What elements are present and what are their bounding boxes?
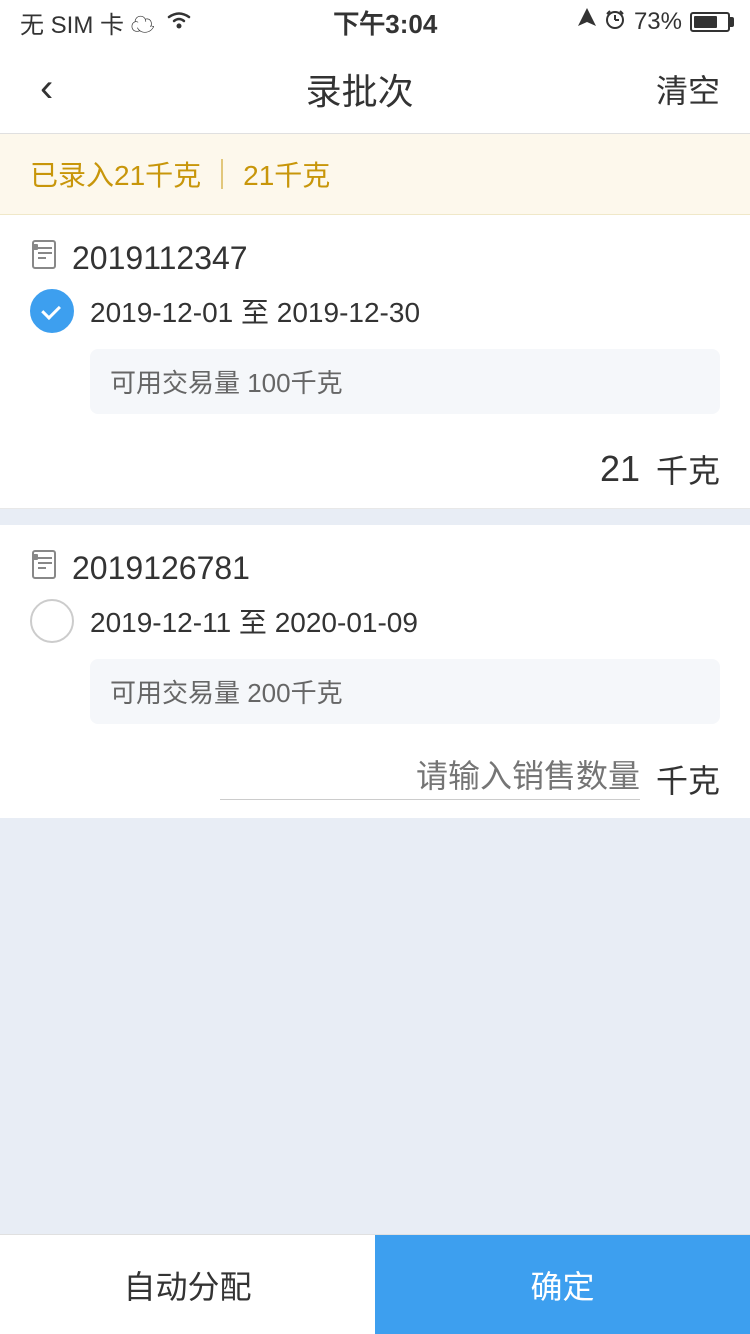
info-banner-value: 21千克 [243,154,330,194]
wifi-icon [165,8,193,37]
batch-qty-unit-1: 千克 [656,446,720,492]
batch-qty-unit-2: 千克 [656,756,720,802]
batch-qty-input-row-2: 千克 [0,740,750,802]
battery-icon [690,12,730,32]
batch-qty-input-2[interactable] [220,758,640,800]
back-button[interactable]: ‹ [30,56,63,121]
batch-date-row-1: 2019-12-01 至 2019-12-30 [30,289,720,333]
batch-qty-value-1: 21 [600,448,640,490]
batch-card-1: 2019112347 2019-12-01 至 2019-12-30 可用交易量… [0,215,750,509]
info-banner-label: 已录入21千克 [30,154,201,194]
bottom-bar: 自动分配 确定 [0,1234,750,1334]
batch-date-1: 2019-12-01 至 2019-12-30 [90,291,420,331]
batch-date-row-2: 2019-12-11 至 2020-01-09 [30,599,720,643]
page-title: 录批次 [306,63,414,115]
batch-2-bottom-pad [0,802,750,818]
batch-date-2: 2019-12-11 至 2020-01-09 [90,601,418,641]
status-right: 73% [578,8,730,37]
alarm-icon [604,8,626,37]
status-bar: 无 SIM 卡 ☁ 下午3:04 73% [0,0,750,44]
nav-bar: ‹ 录批次 清空 [0,44,750,134]
batch-id-1: 2019112347 [72,240,248,277]
batch-available-1: 可用交易量 100千克 [90,349,720,414]
batch-available-2: 可用交易量 200千克 [90,659,720,724]
batch-available-text-2: 可用交易量 200千克 [110,678,343,708]
confirm-button[interactable]: 确定 [375,1235,750,1334]
info-banner: 已录入21千克 21千克 [0,134,750,215]
status-time: 下午3:04 [333,4,437,41]
section-divider [0,509,750,525]
batch-radio-1[interactable] [30,289,74,333]
info-banner-divider [221,159,223,189]
batch-item-2: 2019126781 2019-12-11 至 2020-01-09 可用交易量… [0,525,750,724]
battery-percent: 73% [634,8,682,36]
batch-available-text-1: 可用交易量 100千克 [110,368,343,398]
clear-button[interactable]: 清空 [656,66,720,112]
batch-id-2: 2019126781 [72,550,250,587]
batch-header-1: 2019112347 [30,239,720,277]
batch-header-2: 2019126781 [30,549,720,587]
sim-text: 无 SIM 卡 ☁ [20,5,155,40]
batch-radio-2[interactable] [30,599,74,643]
location-icon [578,8,596,37]
batch-doc-icon-1 [30,239,60,277]
batch-doc-icon-2 [30,549,60,587]
status-left: 无 SIM 卡 ☁ [20,5,193,40]
empty-background-area [0,818,750,1248]
auto-distribute-button[interactable]: 自动分配 [0,1235,375,1334]
batch-qty-row-1: 21 千克 [0,430,750,509]
batch-item-1: 2019112347 2019-12-01 至 2019-12-30 可用交易量… [0,215,750,414]
batch-card-2: 2019126781 2019-12-11 至 2020-01-09 可用交易量… [0,525,750,818]
